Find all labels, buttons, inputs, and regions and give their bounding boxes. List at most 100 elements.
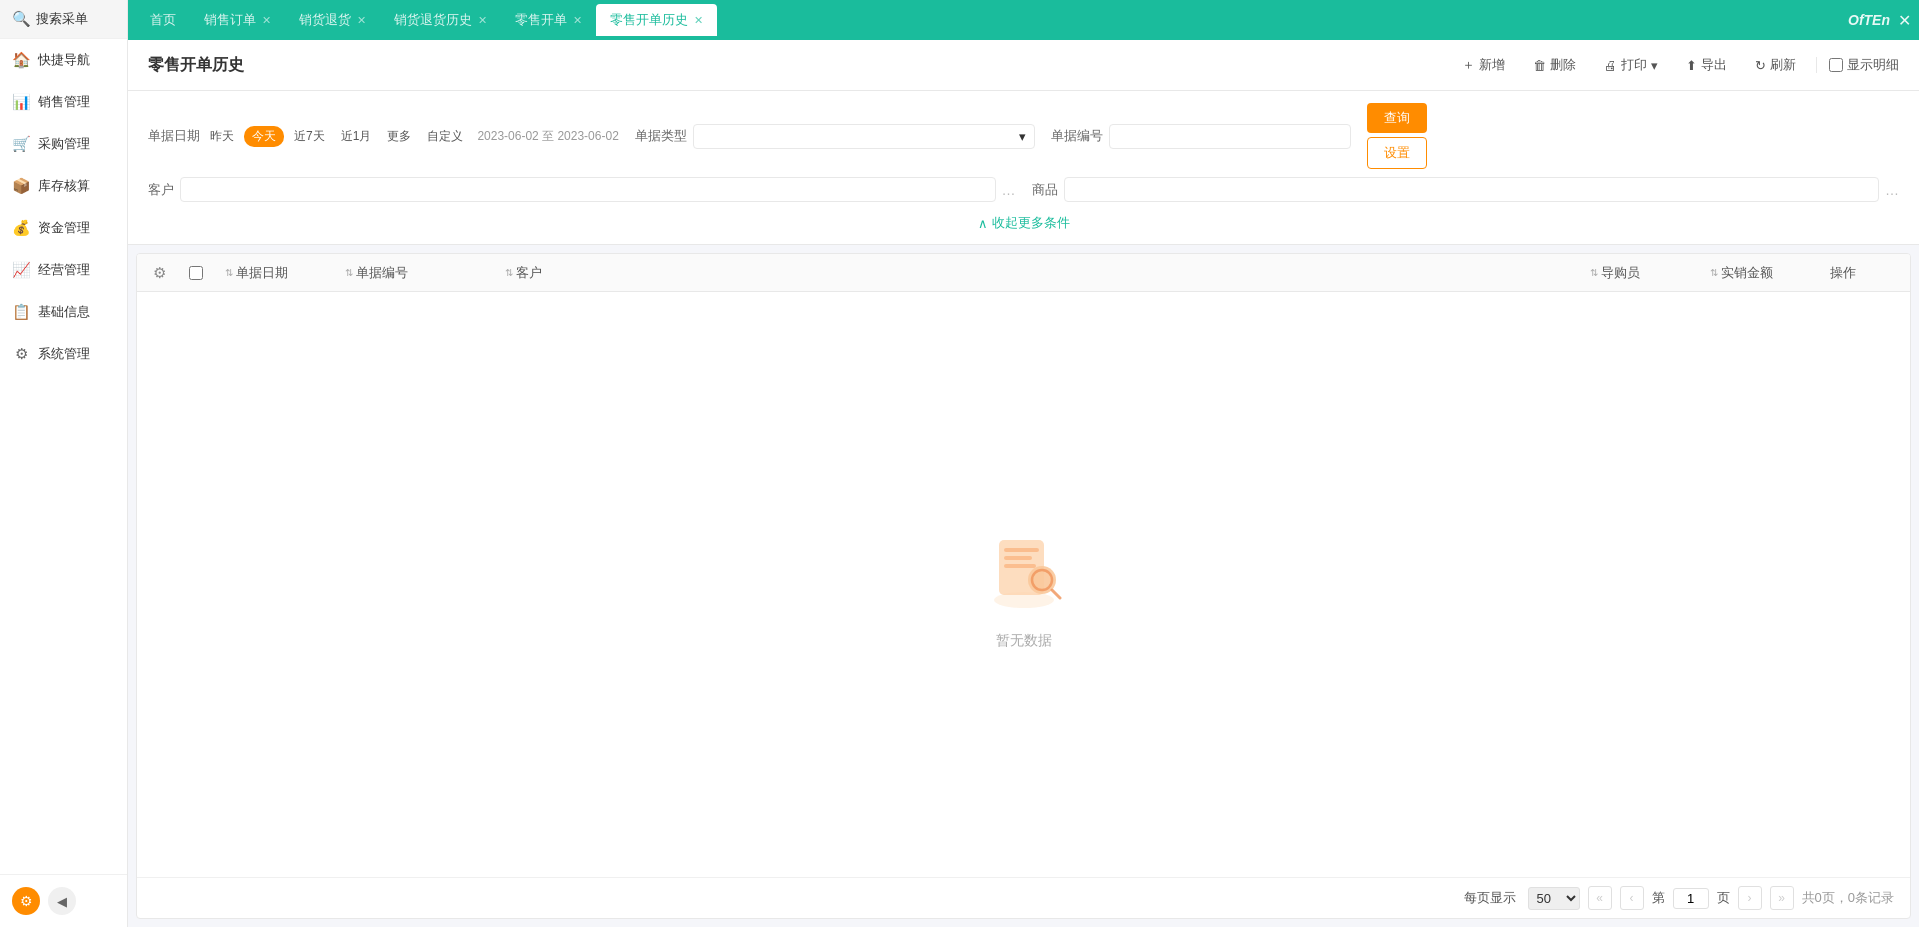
date-btn-1month[interactable]: 近1月 [335,126,378,147]
th-date-sort-icon: ⇅ [225,267,233,278]
th-no-label: 单据编号 [356,264,408,282]
date-btn-7days[interactable]: 近7天 [288,126,331,147]
print-icon: 🖨 [1604,58,1617,73]
sidebar-item-label: 基础信息 [38,303,90,321]
th-actions: 操作 [1822,264,1902,282]
th-no[interactable]: ⇅ 单据编号 [337,264,497,282]
tab-home-label: 首页 [150,11,176,29]
th-checkbox[interactable] [181,266,217,280]
collapse-filter-btn[interactable]: ∧ 收起更多条件 [974,210,1074,236]
th-settings[interactable]: ⚙ [145,264,181,282]
tab-close-icon[interactable]: ✕ [357,14,366,27]
tab-home[interactable]: 首页 [136,4,190,36]
tab-retail-open[interactable]: 零售开单 ✕ [501,4,596,36]
show-detail-checkbox[interactable]: 显示明细 [1829,56,1899,74]
no-filter: 单据编号 [1051,124,1351,149]
tab-sales-return[interactable]: 销货退货 ✕ [285,4,380,36]
delete-button[interactable]: 🗑 删除 [1525,52,1584,78]
column-settings-icon[interactable]: ⚙ [153,264,166,282]
box-icon: 📦 [12,177,30,195]
tab-retail-open-history-label: 零售开单历史 [610,11,688,29]
th-date[interactable]: ⇅ 单据日期 [217,264,337,282]
goods-filter: 商品 … [1032,177,1900,202]
type-filter-label: 单据类型 [635,127,687,145]
sidebar-item-inventory[interactable]: 📦 库存核算 [0,165,127,207]
collapse-sidebar-btn[interactable]: ◀ [48,887,76,915]
filter-row-2: 客户 … 商品 … [148,177,1899,202]
goods-dots[interactable]: … [1885,182,1899,198]
svg-rect-3 [1004,556,1032,560]
sidebar-item-sales-mgmt[interactable]: 📊 销售管理 [0,81,127,123]
filter-row-1: 单据日期 昨天 今天 近7天 近1月 更多 自定义 2023-06-02 至 2… [148,103,1899,169]
tab-bar: 首页 销售订单 ✕ 销货退货 ✕ 销货退货历史 ✕ 零售开单 ✕ 零售开单历史 … [128,0,1919,40]
tab-close-icon[interactable]: ✕ [573,14,582,27]
date-filter-label: 单据日期 [148,127,200,145]
sidebar-search[interactable]: 🔍 搜索采单 [0,0,127,39]
export-button[interactable]: ⬆ 导出 [1678,52,1735,78]
sidebar-search-label: 搜索采单 [36,10,88,28]
th-no-sort-icon: ⇅ [345,267,353,278]
page-title: 零售开单历史 [148,55,244,76]
th-amount[interactable]: ⇅ 实销金额 [1702,264,1822,282]
customer-filter-input[interactable] [180,177,996,202]
refresh-button[interactable]: ↻ 刷新 [1747,52,1804,78]
sidebar-item-basic-info[interactable]: 📋 基础信息 [0,291,127,333]
sidebar-item-label: 库存核算 [38,177,90,195]
tab-close-icon[interactable]: ✕ [694,14,703,27]
last-page-btn[interactable]: » [1770,886,1794,910]
sidebar-item-system[interactable]: ⚙ 系统管理 [0,333,127,375]
tab-retail-open-history[interactable]: 零售开单历史 ✕ [596,4,717,36]
print-button[interactable]: 🖨 打印 ▾ [1596,52,1666,78]
sidebar-item-operations[interactable]: 📈 经营管理 [0,249,127,291]
toolbar-divider [1816,57,1817,73]
th-guide[interactable]: ⇅ 导购员 [1582,264,1702,282]
no-filter-input[interactable] [1109,124,1351,149]
show-detail-input[interactable] [1829,58,1843,72]
settings-btn[interactable]: ⚙ [12,887,40,915]
query-button[interactable]: 查询 [1367,103,1427,133]
page-content: 零售开单历史 ＋ 新增 🗑 删除 🖨 打印 ▾ ⬆ 导出 [128,40,1919,927]
type-select[interactable]: ▾ [693,124,1035,149]
tab-sales-order[interactable]: 销售订单 ✕ [190,4,285,36]
first-page-btn[interactable]: « [1588,886,1612,910]
sidebar-item-label: 经营管理 [38,261,90,279]
next-page-btn[interactable]: › [1738,886,1762,910]
tab-close-icon[interactable]: ✕ [262,14,271,27]
goods-filter-input[interactable] [1064,177,1880,202]
date-btn-more[interactable]: 更多 [381,126,417,147]
show-detail-label: 显示明细 [1847,56,1899,74]
date-btn-today[interactable]: 今天 [244,126,284,147]
settings-button[interactable]: 设置 [1367,137,1427,169]
page-input[interactable] [1673,888,1709,909]
svg-rect-4 [1004,564,1036,568]
date-filter: 单据日期 昨天 今天 近7天 近1月 更多 自定义 2023-06-02 至 2… [148,126,619,147]
th-customer[interactable]: ⇅ 客户 [497,264,1582,282]
date-range-display: 2023-06-02 至 2023-06-02 [477,128,618,145]
sidebar-bottom: ⚙ ◀ [0,874,127,927]
date-btn-custom[interactable]: 自定义 [421,126,469,147]
first-page-icon: « [1596,891,1603,905]
operations-icon: 📈 [12,261,30,279]
add-button[interactable]: ＋ 新增 [1454,52,1513,78]
per-page-select[interactable]: 50 10 20 100 [1528,887,1580,910]
tab-sales-return-history[interactable]: 销货退货历史 ✕ [380,4,501,36]
th-customer-sort-icon: ⇅ [505,267,513,278]
customer-dots[interactable]: … [1002,182,1016,198]
collapse-label: 收起更多条件 [992,214,1070,232]
next-page-icon: › [1748,891,1752,905]
sidebar-item-purchase-mgmt[interactable]: 🛒 采购管理 [0,123,127,165]
search-icon: 🔍 [12,10,30,28]
date-btn-yesterday[interactable]: 昨天 [204,126,240,147]
window-close-icon[interactable]: ✕ [1898,11,1911,30]
svg-line-7 [1052,590,1060,598]
select-all-checkbox[interactable] [189,266,203,280]
tab-close-icon[interactable]: ✕ [478,14,487,27]
toolbar: ＋ 新增 🗑 删除 🖨 打印 ▾ ⬆ 导出 ↻ 刷新 [1454,52,1899,78]
goods-filter-label: 商品 [1032,181,1058,199]
sidebar: 🔍 搜索采单 🏠 快捷导航 📊 销售管理 🛒 采购管理 📦 库存核算 💰 资金管… [0,0,128,927]
prev-page-btn[interactable]: ‹ [1620,886,1644,910]
empty-illustration [974,520,1074,620]
sidebar-item-quick-nav[interactable]: 🏠 快捷导航 [0,39,127,81]
type-select-arrow: ▾ [1019,129,1026,144]
sidebar-item-finance[interactable]: 💰 资金管理 [0,207,127,249]
